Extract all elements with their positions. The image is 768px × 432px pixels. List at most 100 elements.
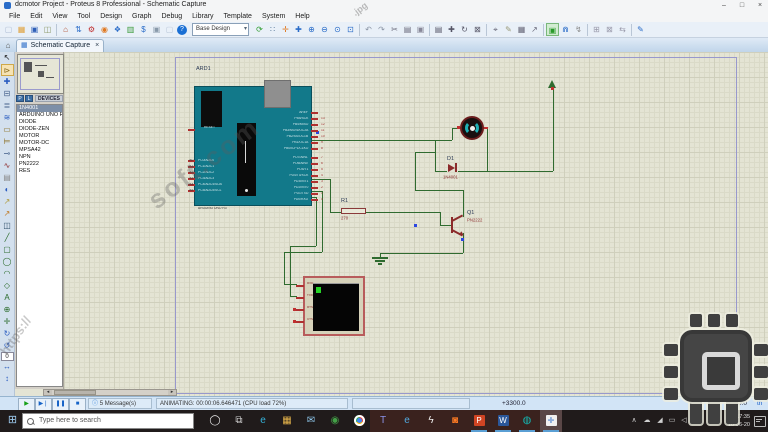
virtual-instrument-mode[interactable]: ◫ xyxy=(1,220,14,232)
schematic-module-button[interactable]: ⇅ xyxy=(72,23,85,36)
powerpoint-taskbar-button[interactable]: P xyxy=(468,410,490,432)
pin-stub[interactable] xyxy=(311,169,318,171)
wire-segment[interactable] xyxy=(415,190,463,191)
voltage-probe-mode[interactable]: ↗ xyxy=(1,196,14,208)
2d-marker-mode[interactable]: ✛ xyxy=(1,316,14,328)
gerber-module-button[interactable]: ◉ xyxy=(98,23,111,36)
wire-segment[interactable] xyxy=(440,212,441,225)
text-script-mode[interactable]: ≣ xyxy=(1,100,14,112)
wire-autorouter-button[interactable]: ⋒ xyxy=(559,23,572,36)
internet-explorer-taskbar-button[interactable]: e xyxy=(396,410,418,432)
pin-stub[interactable] xyxy=(311,124,318,126)
file-explorer-taskbar-button[interactable]: ▦ xyxy=(276,410,298,432)
vsm-studio-button[interactable]: ▥ xyxy=(124,23,137,36)
cortana-taskbar-button[interactable]: ◯ xyxy=(204,410,226,432)
library-button[interactable]: L xyxy=(25,95,33,102)
paste-button[interactable]: ▣ xyxy=(414,23,427,36)
block-rotate-button[interactable]: ↻ xyxy=(458,23,471,36)
selection-mode[interactable]: ↖ xyxy=(1,52,14,64)
teal-app-taskbar-button[interactable]: ◍ xyxy=(516,410,538,432)
menu-help[interactable]: Help xyxy=(290,13,314,20)
bom-module-button[interactable]: $ xyxy=(137,23,150,36)
minimize-button[interactable]: – xyxy=(716,0,732,11)
pin-stub[interactable] xyxy=(311,157,318,159)
proteus-taskbar-button[interactable]: ✛ xyxy=(540,410,562,432)
block-copy-button[interactable]: ▤ xyxy=(432,23,445,36)
zoom-out-button[interactable]: ⊖ xyxy=(318,23,331,36)
search-input[interactable]: Type here to search xyxy=(22,413,194,429)
taskbar-clock[interactable]: 17:35 10-06-20 xyxy=(720,413,750,429)
wire-segment[interactable] xyxy=(284,252,285,284)
subcircuit-mode[interactable]: ▭ xyxy=(1,124,14,136)
pin-stub[interactable] xyxy=(311,136,318,138)
maximize-button[interactable]: □ xyxy=(734,0,750,11)
wire-segment[interactable] xyxy=(553,88,554,171)
wire-segment[interactable] xyxy=(458,171,487,172)
message-status[interactable]: ⓘ 5 Message(s) xyxy=(88,398,152,409)
diode-component[interactable] xyxy=(448,164,455,172)
menu-system[interactable]: System xyxy=(257,13,290,20)
wire-segment[interactable] xyxy=(463,190,464,217)
device-item-1n4001[interactable]: 1N4001 xyxy=(17,105,62,112)
2d-box-mode[interactable]: ▢ xyxy=(1,244,14,256)
xampp-taskbar-button[interactable]: ◙ xyxy=(444,410,466,432)
onedrive-icon[interactable]: ☁ xyxy=(641,410,653,432)
block-delete-button[interactable]: ⊠ xyxy=(471,23,484,36)
remove-sheet-button[interactable]: ⊠ xyxy=(603,23,616,36)
wire-segment[interactable] xyxy=(415,152,416,190)
mail-taskbar-button[interactable]: ✉ xyxy=(300,410,322,432)
device-item-motor[interactable]: MOTOR xyxy=(17,133,62,140)
new-project-button[interactable]: ▢ xyxy=(2,23,15,36)
menu-view[interactable]: View xyxy=(47,13,72,20)
word-taskbar-button[interactable]: W xyxy=(492,410,514,432)
terminal-pin-stub[interactable] xyxy=(296,321,304,323)
device-pin-mode[interactable]: ⊸ xyxy=(1,148,14,160)
terminal-pin-stub[interactable] xyxy=(296,285,304,287)
2d-text-mode[interactable]: A xyxy=(1,292,14,304)
battery-icon[interactable]: ▭ xyxy=(666,410,678,432)
menu-library[interactable]: Library xyxy=(187,13,218,20)
tab-close-icon[interactable]: × xyxy=(95,42,99,49)
2d-symbol-mode[interactable]: ⊕ xyxy=(1,304,14,316)
generator-mode[interactable]: ◐ xyxy=(1,184,14,196)
wire-segment[interactable] xyxy=(290,246,316,247)
rotate-clockwise[interactable]: ↻ xyxy=(1,328,14,340)
horizontal-scrollbar[interactable]: ◂ ▸ xyxy=(43,389,177,396)
resistor-component[interactable] xyxy=(341,208,366,214)
redo-button[interactable]: ↷ xyxy=(375,23,388,36)
pin-stub[interactable] xyxy=(311,193,318,195)
edit-text-button[interactable]: ✎ xyxy=(634,23,647,36)
design-selector-dropdown[interactable]: Base Design ▾ xyxy=(192,23,249,36)
device-item-motor-dc[interactable]: MOTOR-DC xyxy=(17,140,62,147)
pin-stub[interactable] xyxy=(311,181,318,183)
tape-recorder-mode[interactable]: ▤ xyxy=(1,172,14,184)
device-item-arduino uno r3[interactable]: ARDUINO UNO R3 xyxy=(17,112,62,119)
menu-design[interactable]: Design xyxy=(95,13,127,20)
menu-graph[interactable]: Graph xyxy=(127,13,156,20)
open-project-button[interactable]: ▦ xyxy=(15,23,28,36)
device-item-res[interactable]: RES xyxy=(17,168,62,175)
block-move-button[interactable]: ✚ xyxy=(445,23,458,36)
2d-path-mode[interactable]: ◇ xyxy=(1,280,14,292)
menu-template[interactable]: Template xyxy=(219,13,257,20)
wire-segment[interactable] xyxy=(380,253,463,254)
network-icon[interactable]: ◢ xyxy=(654,410,666,432)
pin-stub[interactable] xyxy=(311,112,318,114)
device-item-npn[interactable]: NPN xyxy=(17,154,62,161)
device-item-mpsa42[interactable]: MPSA42 xyxy=(17,147,62,154)
task-view-taskbar-button[interactable]: ⧉ xyxy=(228,410,250,432)
make-device-button[interactable]: ✎ xyxy=(502,23,515,36)
start-button[interactable]: ⊞ xyxy=(6,414,19,427)
teams-taskbar-button[interactable]: T xyxy=(372,410,394,432)
scrollbar-thumb[interactable] xyxy=(54,390,96,395)
dc-motor-component[interactable] xyxy=(460,116,484,140)
chevron-up-icon[interactable]: ∧ xyxy=(628,410,640,432)
wire-segment[interactable] xyxy=(415,152,435,153)
virtual-terminal-component[interactable]: RXD TXD RTS CTS xyxy=(293,276,365,336)
save-project-button[interactable]: ▣ xyxy=(28,23,41,36)
wire-segment[interactable] xyxy=(487,171,553,172)
tab-schematic-capture[interactable]: ▦ Schematic Capture × xyxy=(16,39,105,52)
menu-edit[interactable]: Edit xyxy=(25,13,47,20)
language-indicator[interactable]: G xyxy=(712,410,717,432)
terminal-pin-stub[interactable] xyxy=(296,309,304,311)
